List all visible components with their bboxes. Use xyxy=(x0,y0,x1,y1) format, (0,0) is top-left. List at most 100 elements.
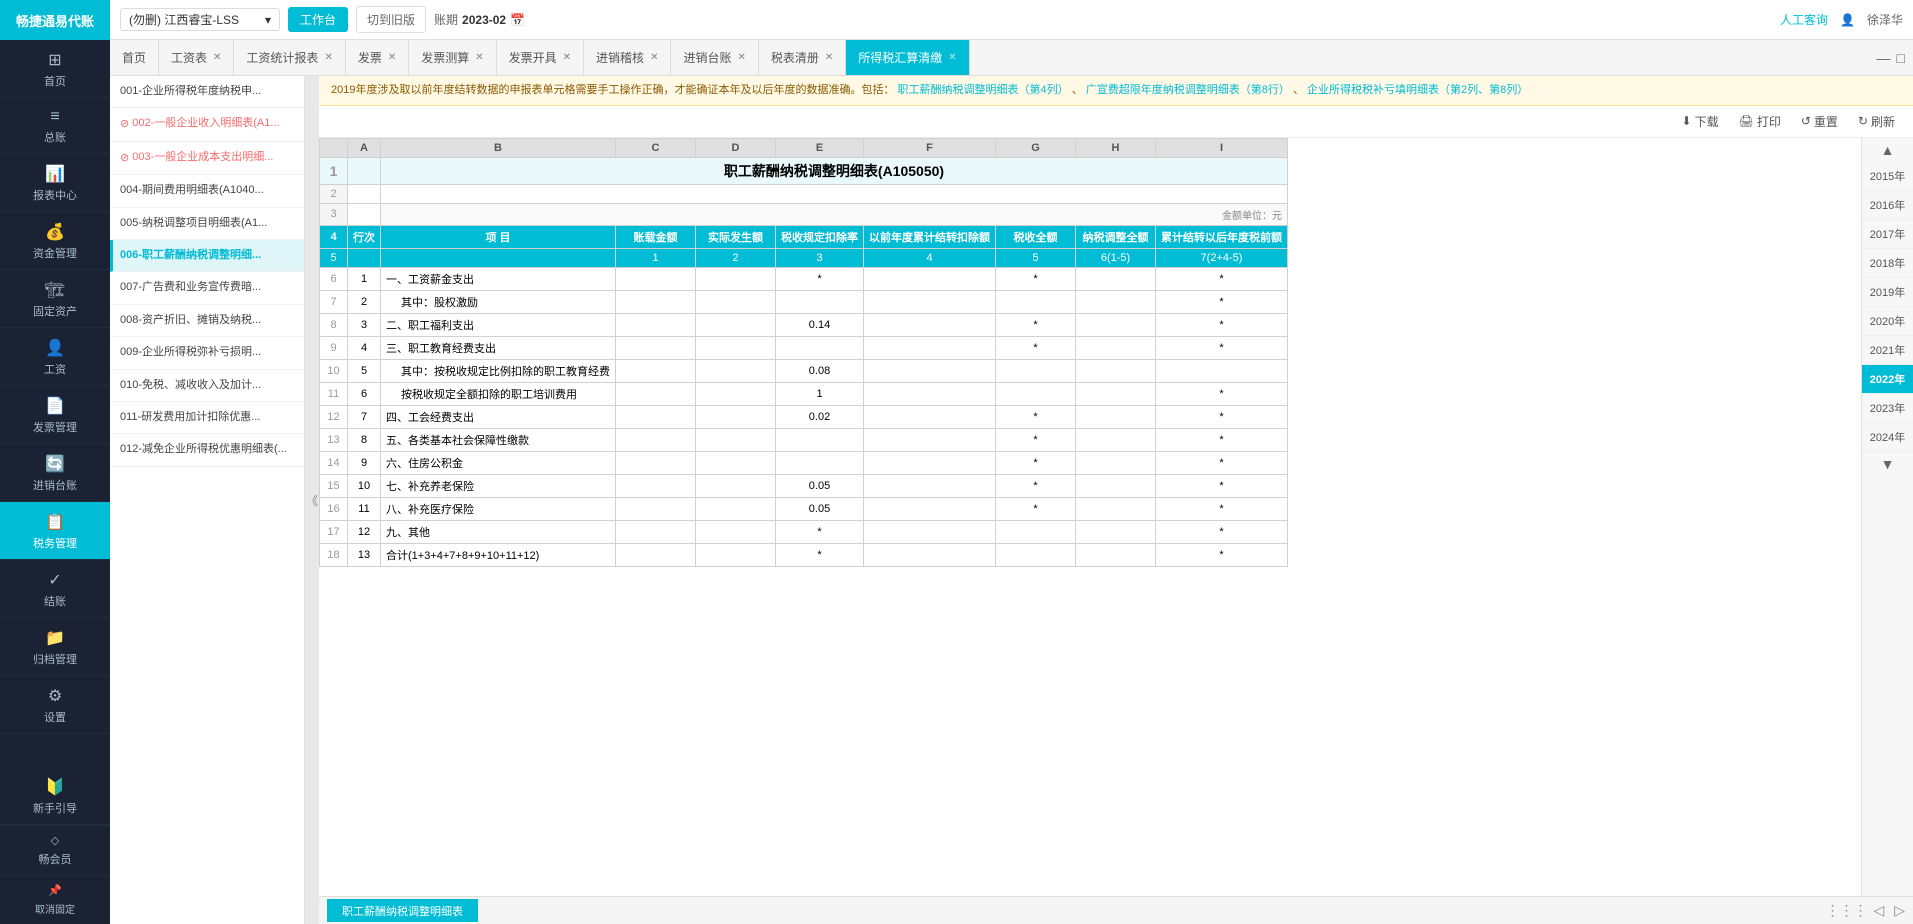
content-area: 001-企业所得税年度纳税申... ⊘ 002-一般企业收入明细表(A1... … xyxy=(110,76,1913,924)
tab-close-icon[interactable]: ✕ xyxy=(213,52,221,63)
tab-income-tax[interactable]: 所得税汇算清缴 ✕ xyxy=(846,40,969,76)
period-label: 账期 2023-02 📅 xyxy=(434,11,525,28)
year-item-2015[interactable]: 2015年 xyxy=(1862,162,1913,191)
year-item-2022[interactable]: 2022年 xyxy=(1862,365,1913,394)
sidebar-item-general[interactable]: ≡ 总账 xyxy=(0,98,110,154)
tab-close-icon[interactable]: ✕ xyxy=(948,52,956,63)
tab-maximize-button[interactable]: □ xyxy=(1897,50,1905,66)
company-name: (勿删) 江西睿宝-LSS xyxy=(129,11,239,28)
tab-close-icon[interactable]: ✕ xyxy=(650,52,658,63)
reset-button[interactable]: ↺ 重置 xyxy=(1795,110,1844,133)
tab-minimize-button[interactable]: — xyxy=(1877,50,1891,66)
fixed-asset-icon: 🏗 xyxy=(45,280,65,300)
switch-button[interactable]: 切到旧版 xyxy=(356,6,426,33)
sidebar-item-label: 资金管理 xyxy=(33,245,77,261)
tab-close-icon[interactable]: ✕ xyxy=(388,52,396,63)
sidebar-item-tax[interactable]: 📋 税务管理 xyxy=(0,502,110,560)
sidebar-item-purchase[interactable]: 🔄 进销台账 xyxy=(0,444,110,502)
list-item-012[interactable]: 012-减免企业所得税优惠明细表(... xyxy=(110,434,304,466)
warning-link-3[interactable]: 企业所得税税补亏填明细表（第2列、第8列） xyxy=(1307,84,1528,96)
sidebar-item-guide[interactable]: 🔰 新手引导 xyxy=(0,767,110,825)
tab-label: 所得税汇算清缴 xyxy=(858,49,942,66)
tab-close-icon[interactable]: ✕ xyxy=(563,52,571,63)
sidebar-item-settings[interactable]: ⚙ 设置 xyxy=(0,676,110,734)
list-item-006[interactable]: 006-职工薪酬纳税调整明细... xyxy=(110,240,304,272)
sidebar-item-fixed-asset[interactable]: 🏗 固定资产 xyxy=(0,270,110,328)
table-row: 6 1 一、工资薪金支出 * * * xyxy=(320,267,1288,290)
table-row: 13 8 五、各类基本社会保障性缴款 * * xyxy=(320,428,1288,451)
sheet-scroll-left-icon[interactable]: ◁ xyxy=(1873,902,1884,919)
vip-icon: ◇ xyxy=(51,834,59,847)
sidebar-footer-unpin[interactable]: 📌 取消固定 xyxy=(0,875,110,924)
support-link[interactable]: 人工客询 xyxy=(1780,11,1828,28)
tab-payroll[interactable]: 工资表 ✕ xyxy=(159,40,234,76)
list-item-005[interactable]: 005-纳税调整项目明细表(A1... xyxy=(110,208,304,240)
list-item-010[interactable]: 010-免税、减收收入及加计... xyxy=(110,370,304,402)
tab-close-icon[interactable]: ✕ xyxy=(324,52,332,63)
header-col-e: 税收规定扣除率 xyxy=(776,225,864,248)
download-icon: ⬇ xyxy=(1682,114,1692,128)
col-header-g: G xyxy=(996,138,1076,157)
tax-icon: 📋 xyxy=(45,512,65,532)
spreadsheet-title: 职工薪酬纳税调整明细表(A105050) xyxy=(381,157,1288,184)
table-row: 15 10 七、补充养老保险 0.05 * * xyxy=(320,474,1288,497)
sidebar-footer-vip[interactable]: ◇ 畅会员 xyxy=(0,825,110,875)
list-item-007[interactable]: 007-广告费和业务宣传费暗... xyxy=(110,272,304,304)
print-icon: 🖨 xyxy=(1739,114,1754,128)
tab-purchase-verify[interactable]: 进销稽核 ✕ xyxy=(584,40,671,76)
list-item-009[interactable]: 009-企业所得税弥补亏损明... xyxy=(110,337,304,369)
list-item-004[interactable]: 004-期间费用明细表(A1040... xyxy=(110,175,304,207)
year-nav-down[interactable]: ▼ xyxy=(1862,452,1913,476)
list-item-008[interactable]: 008-资产折旧、摊销及纳税... xyxy=(110,305,304,337)
list-item-002[interactable]: ⊘ 002-一般企业收入明细表(A1... xyxy=(110,108,304,141)
warning-link-2[interactable]: 广宣费超限年度纳税调整明细表（第8行） xyxy=(1086,84,1290,96)
tab-tax-clearance[interactable]: 税表清册 ✕ xyxy=(759,40,846,76)
year-item-2016[interactable]: 2016年 xyxy=(1862,191,1913,220)
tab-close-icon[interactable]: ✕ xyxy=(825,52,833,63)
collapse-button[interactable]: 《 xyxy=(305,76,319,924)
list-item-001[interactable]: 001-企业所得税年度纳税申... xyxy=(110,76,304,108)
calendar-icon[interactable]: 📅 xyxy=(510,13,525,27)
print-button[interactable]: 🖨 打印 xyxy=(1733,110,1787,133)
tab-home[interactable]: 首页 xyxy=(110,40,159,76)
header-col-item: 项 目 xyxy=(381,225,616,248)
year-item-2023[interactable]: 2023年 xyxy=(1862,394,1913,423)
tab-close-icon[interactable]: ✕ xyxy=(737,52,745,63)
sidebar-item-home[interactable]: ⊞ 首页 xyxy=(0,40,110,98)
sheet-options-icon[interactable]: ⋮⋮⋮ xyxy=(1825,902,1867,919)
tab-close-icon[interactable]: ✕ xyxy=(475,52,483,63)
tab-invoice[interactable]: 发票 ✕ xyxy=(346,40,409,76)
sidebar-item-payroll[interactable]: 👤 工资 xyxy=(0,328,110,386)
refresh-button[interactable]: ↻ 刷新 xyxy=(1852,110,1901,133)
tab-purchase-ledger[interactable]: 进销台账 ✕ xyxy=(671,40,758,76)
sidebar-item-asset-mgr[interactable]: 💰 资金管理 xyxy=(0,212,110,270)
sidebar-item-invoice-mgr[interactable]: 📄 发票管理 xyxy=(0,386,110,444)
year-item-2024[interactable]: 2024年 xyxy=(1862,423,1913,452)
year-item-2017[interactable]: 2017年 xyxy=(1862,220,1913,249)
tab-invoice-open[interactable]: 发票开具 ✕ xyxy=(497,40,584,76)
sheet-tab-main[interactable]: 职工薪酬纳税调整明细表 xyxy=(327,899,478,922)
sidebar-item-archive[interactable]: 📁 归档管理 xyxy=(0,618,110,676)
list-item-011[interactable]: 011-研发费用加计扣除优惠... xyxy=(110,402,304,434)
sidebar-item-settlement[interactable]: ✓ 结账 xyxy=(0,560,110,618)
guide-icon: 🔰 xyxy=(45,777,65,797)
sidebar: 畅捷通易代账 ⊞ 首页 ≡ 总账 📊 报表中心 💰 资金管理 🏗 固定资产 👤 … xyxy=(0,0,110,924)
main-area: (勿删) 江西睿宝-LSS ▾ 工作台 切到旧版 账期 2023-02 📅 人工… xyxy=(110,0,1913,924)
year-item-2019[interactable]: 2019年 xyxy=(1862,278,1913,307)
year-item-2021[interactable]: 2021年 xyxy=(1862,336,1913,365)
user-name[interactable]: 徐泽华 xyxy=(1867,11,1903,28)
workbench-button[interactable]: 工作台 xyxy=(288,7,348,32)
download-button[interactable]: ⬇ 下载 xyxy=(1676,110,1725,133)
year-nav-up[interactable]: ▲ xyxy=(1862,138,1913,162)
year-item-2018[interactable]: 2018年 xyxy=(1862,249,1913,278)
tab-label: 工资表 xyxy=(171,49,207,66)
company-selector[interactable]: (勿删) 江西睿宝-LSS ▾ xyxy=(120,8,280,31)
app-logo: 畅捷通易代账 xyxy=(0,0,110,40)
warning-link-1[interactable]: 职工薪酬纳税调整明细表（第4列） xyxy=(898,84,1069,96)
tab-payroll-stat[interactable]: 工资统计报表 ✕ xyxy=(234,40,345,76)
tab-invoice-calc[interactable]: 发票测算 ✕ xyxy=(409,40,496,76)
list-item-003[interactable]: ⊘ 003-一般企业成本支出明细... xyxy=(110,142,304,175)
year-item-2020[interactable]: 2020年 xyxy=(1862,307,1913,336)
sidebar-item-report[interactable]: 📊 报表中心 xyxy=(0,154,110,212)
sheet-scroll-right-icon[interactable]: ▷ xyxy=(1894,902,1905,919)
